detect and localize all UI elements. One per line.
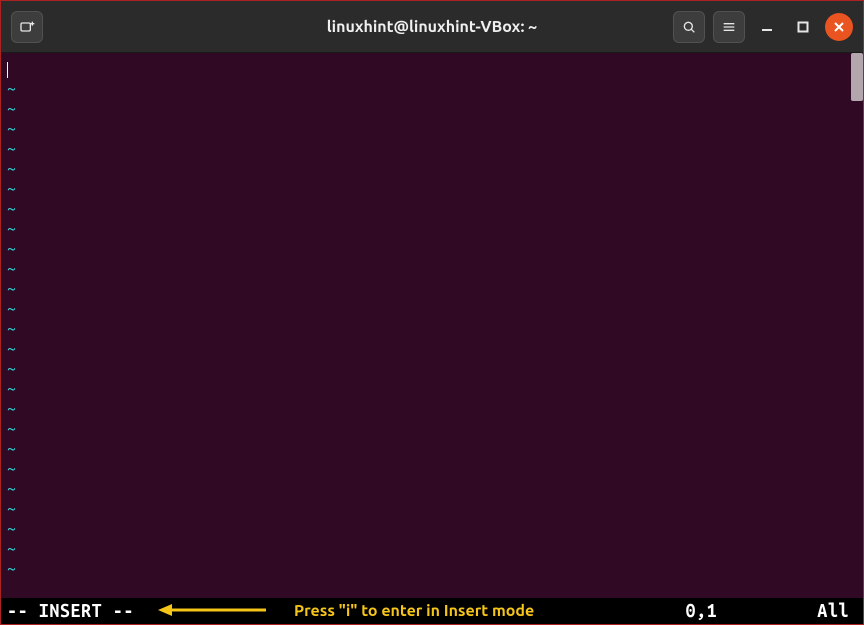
vim-status-line: -- INSERT -- Press "i" to enter in Inser…	[1, 598, 863, 624]
vim-empty-line-tilde: ~	[7, 479, 857, 499]
vim-cursor-position: 0,1	[686, 601, 818, 621]
vim-empty-line-tilde: ~	[7, 259, 857, 279]
vim-empty-line-tilde: ~	[7, 159, 857, 179]
vim-empty-line-tilde: ~	[7, 239, 857, 259]
vim-empty-line-tilde: ~	[7, 99, 857, 119]
vim-scroll-indicator: All	[817, 601, 857, 621]
vim-empty-line-tilde: ~	[7, 399, 857, 419]
vim-empty-line-tilde: ~	[7, 359, 857, 379]
vim-empty-line-tilde: ~	[7, 119, 857, 139]
cursor-line	[7, 59, 857, 79]
vim-empty-line-tilde: ~	[7, 459, 857, 479]
vim-empty-line-tilde: ~	[7, 559, 857, 579]
vim-empty-line-tilde: ~	[7, 199, 857, 219]
vim-empty-line-tilde: ~	[7, 319, 857, 339]
vim-empty-line-tilde: ~	[7, 439, 857, 459]
arrow-left-icon	[158, 603, 266, 617]
close-icon	[833, 21, 845, 33]
window-title: linuxhint@linuxhint-VBox: ~	[327, 18, 537, 36]
titlebar-right	[673, 11, 853, 43]
close-button[interactable]	[825, 13, 853, 41]
minimize-button[interactable]	[753, 13, 781, 41]
annotation-hint: Press "i" to enter in Insert mode	[294, 602, 534, 620]
vim-empty-line-tilde: ~	[7, 419, 857, 439]
hamburger-icon	[721, 19, 737, 35]
terminal-area[interactable]: ~~~~~~~~~~~~~~~~~~~~~~~~~	[1, 53, 863, 624]
vim-empty-line-tilde: ~	[7, 339, 857, 359]
scrollbar-thumb[interactable]	[851, 53, 863, 101]
search-button[interactable]	[673, 11, 705, 43]
vim-empty-line-tilde: ~	[7, 219, 857, 239]
vim-empty-line-tilde: ~	[7, 539, 857, 559]
titlebar: linuxhint@linuxhint-VBox: ~	[1, 1, 863, 53]
vim-empty-line-tilde: ~	[7, 379, 857, 399]
vim-empty-line-tilde: ~	[7, 499, 857, 519]
text-cursor	[7, 62, 8, 78]
menu-button[interactable]	[713, 11, 745, 43]
new-tab-button[interactable]	[11, 11, 43, 43]
search-icon	[681, 19, 697, 35]
vim-mode-indicator: -- INSERT --	[7, 601, 134, 621]
minimize-icon	[761, 21, 773, 33]
vim-empty-line-tilde: ~	[7, 299, 857, 319]
annotation-arrow	[158, 601, 266, 621]
vim-empty-line-tilde: ~	[7, 179, 857, 199]
maximize-button[interactable]	[789, 13, 817, 41]
vim-empty-line-tilde: ~	[7, 279, 857, 299]
vim-empty-line-tilde: ~	[7, 519, 857, 539]
maximize-icon	[797, 21, 809, 33]
new-tab-icon	[19, 19, 35, 35]
vim-empty-line-tilde: ~	[7, 79, 857, 99]
vim-empty-line-tilde: ~	[7, 139, 857, 159]
